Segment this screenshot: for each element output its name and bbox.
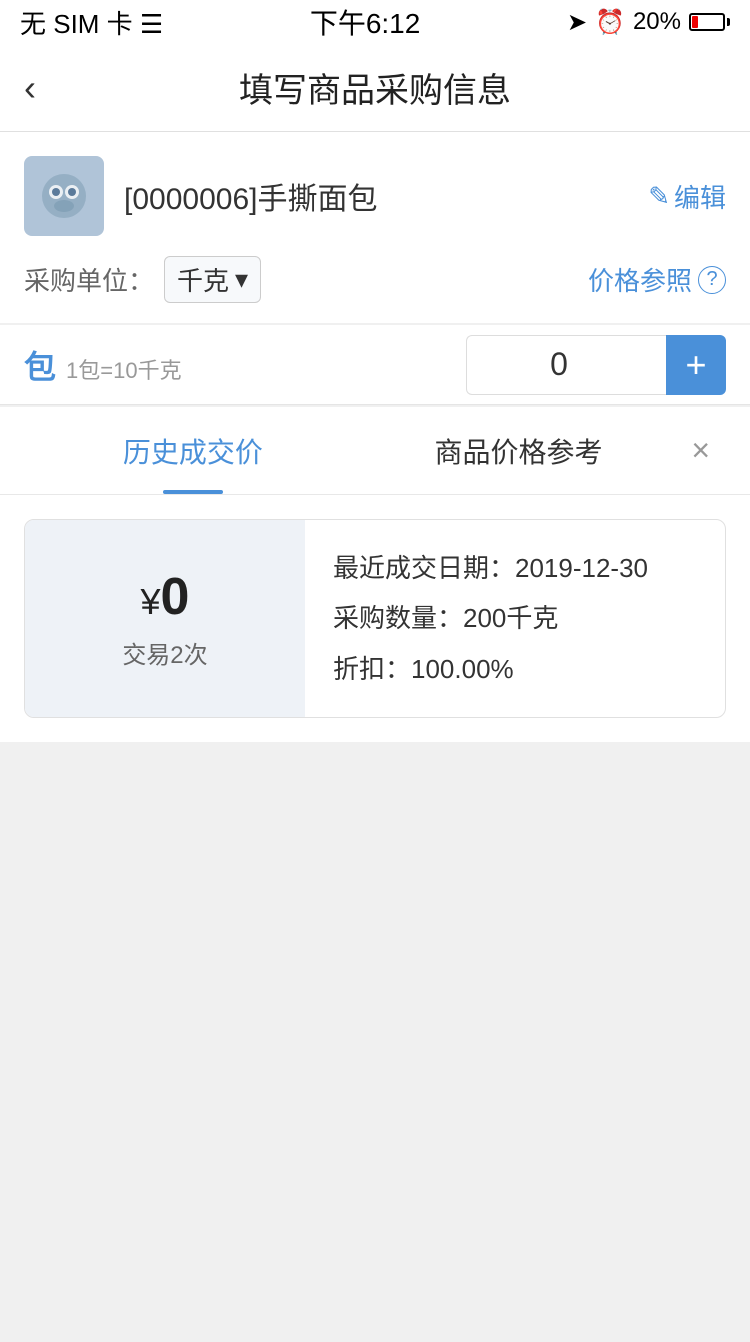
recent-date-value: 2019-12-30 <box>515 553 648 583</box>
sim-label: 无 SIM 卡 ☰ <box>20 4 163 41</box>
page-title: 填写商品采购信息 <box>84 63 666 112</box>
tab-product-price-ref[interactable]: 商品价格参考 <box>356 407 682 494</box>
unit-value: 千克 <box>177 261 229 298</box>
status-left: 无 SIM 卡 ☰ <box>20 4 163 41</box>
price-card-left: ¥0 交易2次 <box>25 520 305 717</box>
quantity-unit: 包 <box>24 342 56 388</box>
edit-label: 编辑 <box>674 178 726 215</box>
discount-value: 100.00% <box>411 654 514 684</box>
quantity-row: 包 1包=10千克 + <box>0 325 750 405</box>
bottom-panel: 历史成交价 商品价格参考 × ¥0 交易2次 最近成交日期：2019-12-30… <box>0 407 750 742</box>
main-background <box>0 742 750 1342</box>
product-card: [0000006]手撕面包 ✎ 编辑 采购单位： 千克 ▾ 价格参照 ? <box>0 132 750 323</box>
discount-row: 折扣：100.00% <box>333 651 697 687</box>
edit-button[interactable]: ✎ 编辑 <box>648 178 726 215</box>
alarm-icon: ⏰ <box>595 8 625 37</box>
tabs: 历史成交价 商品价格参考 × <box>0 407 750 495</box>
status-bar: 无 SIM 卡 ☰ 下午6:12 ➤ ⏰ 20% <box>0 0 750 44</box>
product-top: [0000006]手撕面包 ✎ 编辑 <box>24 156 726 236</box>
currency-symbol: ¥ <box>141 581 161 622</box>
back-button[interactable]: ‹ <box>24 67 84 109</box>
price-ref-button[interactable]: 价格参照 ? <box>588 261 726 298</box>
battery-percent: 20% <box>633 8 681 36</box>
price-ref-label: 价格参照 <box>588 261 692 298</box>
unit-select[interactable]: 千克 ▾ <box>164 256 261 303</box>
quantity-label: 包 1包=10千克 <box>24 342 466 388</box>
nav-bar: ‹ 填写商品采购信息 <box>0 44 750 132</box>
location-icon: ➤ <box>567 8 587 37</box>
quantity-plus-button[interactable]: + <box>666 335 726 395</box>
tab-history-price[interactable]: 历史成交价 <box>30 407 356 494</box>
price-value: 0 <box>161 568 190 626</box>
unit-label: 采购单位： 千克 ▾ <box>24 256 261 303</box>
product-left: [0000006]手撕面包 <box>24 156 377 236</box>
status-right: ➤ ⏰ 20% <box>567 8 730 37</box>
qty-label-detail: 采购数量： <box>333 603 463 633</box>
price-trades: 交易2次 <box>122 635 207 670</box>
tab-history-label: 历史成交价 <box>123 431 263 471</box>
qty-row-detail: 采购数量：200千克 <box>333 600 697 636</box>
help-icon: ? <box>698 266 726 294</box>
panel-content: ¥0 交易2次 最近成交日期：2019-12-30 采购数量：200千克 折扣：… <box>0 495 750 742</box>
recent-date-label: 最近成交日期： <box>333 553 515 583</box>
price-card-right: 最近成交日期：2019-12-30 采购数量：200千克 折扣：100.00% <box>305 520 725 717</box>
product-name: [0000006]手撕面包 <box>124 174 377 218</box>
edit-icon: ✎ <box>648 181 670 212</box>
qty-value: 200千克 <box>463 603 558 633</box>
tab-active-indicator <box>163 490 223 494</box>
price-amount: ¥0 <box>141 567 190 627</box>
discount-label: 折扣： <box>333 654 411 684</box>
battery-indicator <box>689 13 730 31</box>
product-bottom: 采购单位： 千克 ▾ 价格参照 ? <box>24 256 726 303</box>
quantity-input-area: + <box>466 335 726 395</box>
recent-date-row: 最近成交日期：2019-12-30 <box>333 550 697 586</box>
product-icon <box>24 156 104 236</box>
quantity-input[interactable] <box>466 335 666 395</box>
quantity-sub-unit: 1包=10千克 <box>66 353 182 385</box>
close-button[interactable]: × <box>681 422 720 479</box>
chevron-down-icon: ▾ <box>235 264 248 295</box>
unit-prefix: 采购单位： <box>24 261 154 298</box>
price-card: ¥0 交易2次 最近成交日期：2019-12-30 采购数量：200千克 折扣：… <box>24 519 726 718</box>
status-time: 下午6:12 <box>310 2 421 42</box>
tab-price-ref-label: 商品价格参考 <box>434 431 602 471</box>
